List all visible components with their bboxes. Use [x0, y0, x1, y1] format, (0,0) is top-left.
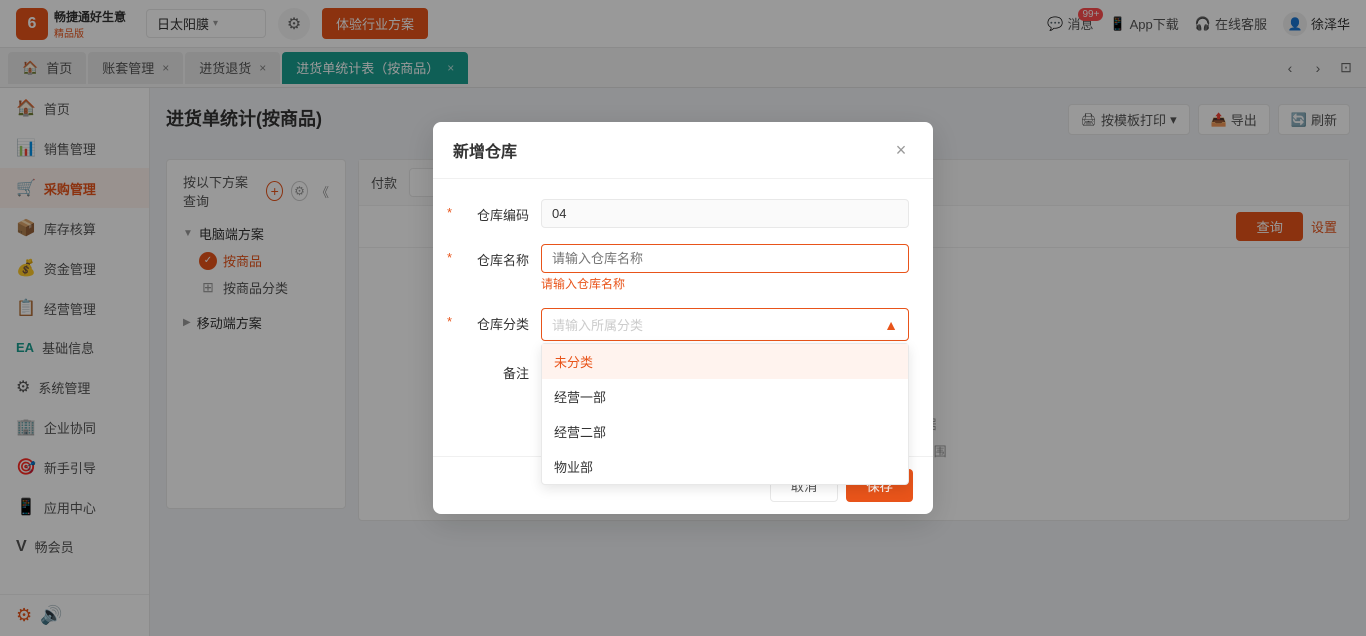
dropdown-item-dept3[interactable]: 物业部 [542, 449, 908, 484]
form-item-code: 仓库编码 [457, 199, 909, 228]
category-dropdown: 未分类 经营一部 经营二部 物业部 [541, 343, 909, 485]
name-input[interactable] [541, 244, 909, 273]
dropdown-item-dept1[interactable]: 经营一部 [542, 379, 908, 414]
category-placeholder: 请输入所属分类 [552, 315, 643, 334]
code-label: 仓库编码 [457, 199, 529, 224]
chevron-up-icon: ▲ [884, 317, 898, 333]
code-control [541, 199, 909, 228]
name-error-message: 请输入仓库名称 [541, 275, 909, 292]
code-input[interactable] [541, 199, 909, 228]
name-control: 请输入仓库名称 [541, 244, 909, 292]
modal-overlay: 新增仓库 × 仓库编码 仓库名称 请输入仓库名称 仓库分类 [0, 0, 1366, 636]
modal-header: 新增仓库 × [433, 122, 933, 179]
modal-title: 新增仓库 [453, 138, 517, 162]
category-select[interactable]: 请输入所属分类 ▲ [541, 308, 909, 341]
new-warehouse-modal: 新增仓库 × 仓库编码 仓库名称 请输入仓库名称 仓库分类 [433, 122, 933, 514]
modal-close-button[interactable]: × [889, 138, 913, 162]
note-label: 备注 [457, 357, 529, 382]
category-control: 请输入所属分类 ▲ 未分类 经营一部 经营二部 物业部 [541, 308, 909, 341]
form-item-name: 仓库名称 请输入仓库名称 [457, 244, 909, 292]
modal-body: 仓库编码 仓库名称 请输入仓库名称 仓库分类 请输入所属分类 [433, 179, 933, 456]
dropdown-item-dept2[interactable]: 经营二部 [542, 414, 908, 449]
name-label: 仓库名称 [457, 244, 529, 269]
form-item-category: 仓库分类 请输入所属分类 ▲ 未分类 经营一部 经营二部 物业部 [457, 308, 909, 341]
category-label: 仓库分类 [457, 308, 529, 333]
dropdown-item-unclassified[interactable]: 未分类 [542, 344, 908, 379]
